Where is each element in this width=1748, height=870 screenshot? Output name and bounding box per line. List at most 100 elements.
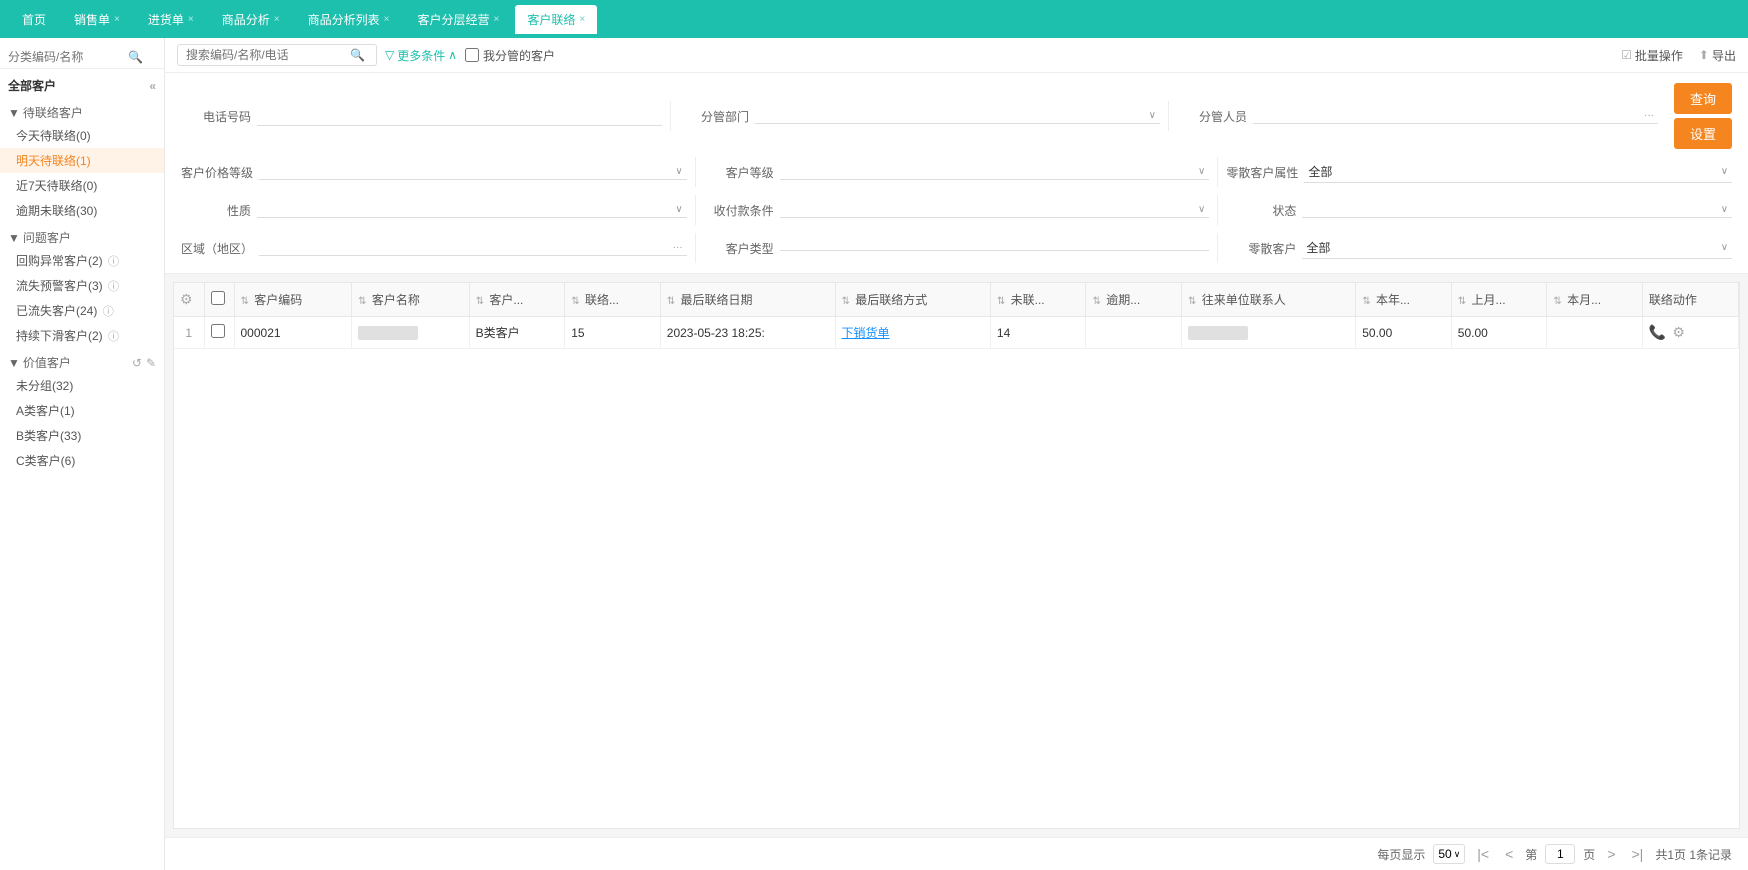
table-gear-icon[interactable]: ⚙ [180, 291, 193, 307]
sidebar-collapse-icon[interactable]: « [149, 79, 156, 93]
filter-phone: 电话号码 [181, 107, 662, 126]
col-contact-sort-icon[interactable]: ⇅ [571, 296, 579, 307]
sidebar-item-c-class[interactable]: C类客户(6) [0, 448, 164, 473]
group-value-customers[interactable]: ▼ 价值客户 ↺ ✎ [0, 348, 164, 373]
nav-customer-tier[interactable]: 客户分层经营 × [405, 5, 511, 34]
col-date-sort-icon[interactable]: ⇅ [667, 296, 675, 307]
nav-home[interactable]: 首页 [10, 5, 58, 34]
col-code-sort-icon[interactable]: ⇅ [241, 296, 249, 307]
per-page-label: 每页显示 [1377, 846, 1425, 863]
col-last-month-sort-icon[interactable]: ⇅ [1458, 296, 1466, 307]
sidebar-item-overdue-contact[interactable]: 逾期未联络(30) [0, 198, 164, 223]
col-name-sort-icon[interactable]: ⇅ [358, 296, 366, 307]
content-area: 🔍 ▽ 更多条件 ∧ 我分管的客户 ☑ 批量操作 ⬆ 导出 [165, 38, 1748, 870]
more-filters-btn[interactable]: ▽ 更多条件 ∧ [385, 47, 457, 64]
export-btn[interactable]: ⬆ 导出 [1699, 47, 1736, 64]
sidebar-item-churn-warning[interactable]: 流失预警客户(3) ⓘ [0, 273, 164, 298]
col-year-sort-icon[interactable]: ⇅ [1362, 296, 1370, 307]
status-select[interactable]: ∨ [1302, 202, 1732, 218]
col-method-sort-icon[interactable]: ⇅ [842, 296, 850, 307]
nav-customer-tier-close[interactable]: × [493, 14, 499, 25]
total-records: 共1页 1条记录 [1655, 846, 1732, 863]
table-area: ⚙ ⇅ 客户编码 ⇅ 客户名称 [173, 282, 1740, 829]
select-all-checkbox[interactable] [211, 291, 225, 305]
search-input[interactable] [186, 48, 346, 62]
cell-code: 000021 [234, 317, 352, 349]
query-button[interactable]: 查询 [1674, 83, 1732, 114]
per-page-chevron-icon: ∨ [1454, 849, 1461, 860]
chevron-up-icon: ∧ [448, 48, 457, 62]
customer-grade-select[interactable]: ∨ [780, 164, 1210, 180]
nav-product-analysis-list[interactable]: 商品分析列表 × [296, 5, 402, 34]
nav-product-analysis-list-close[interactable]: × [384, 14, 390, 25]
price-grade-select[interactable]: ∨ [259, 164, 687, 180]
group-value-edit-icon[interactable]: ✎ [146, 356, 156, 370]
customer-grade-chevron-icon: ∨ [1198, 166, 1205, 177]
payment-chevron-icon: ∨ [1198, 204, 1205, 215]
group-pending-contact[interactable]: ▼ 待联络客户 [0, 98, 164, 123]
search-icon[interactable]: 🔍 [350, 48, 365, 62]
first-page-btn[interactable]: |< [1473, 846, 1493, 862]
group-problem-customers[interactable]: ▼ 问题客户 [0, 223, 164, 248]
my-customers-checkbox[interactable] [465, 48, 479, 62]
cell-unit-contact-blurred [1188, 326, 1248, 340]
manager-select[interactable]: ··· [1253, 108, 1658, 124]
sidebar-item-churned[interactable]: 已流失客户(24) ⓘ [0, 298, 164, 323]
cell-last-month: 50.00 [1451, 317, 1547, 349]
last-contact-method-link[interactable]: 下销货单 [842, 326, 890, 340]
sidebar-item-b-class[interactable]: B类客户(33) [0, 423, 164, 448]
batch-action-btn[interactable]: ☑ 批量操作 [1621, 47, 1683, 64]
nav-purchase-close[interactable]: × [188, 14, 194, 25]
nav-sales-close[interactable]: × [114, 14, 120, 25]
nav-customer-contact[interactable]: 客户联络 × [515, 5, 597, 34]
my-customers-checkbox-label[interactable]: 我分管的客户 [465, 47, 555, 64]
col-no-contact-sort-icon[interactable]: ⇅ [997, 296, 1005, 307]
page-input[interactable] [1545, 844, 1575, 864]
retail-attr-select[interactable]: 全部 ∨ [1304, 161, 1732, 183]
last-page-btn[interactable]: >| [1628, 846, 1648, 862]
customer-type-select[interactable] [780, 246, 1210, 251]
per-page-select[interactable]: 50 ∨ [1433, 844, 1465, 864]
sidebar-search-input[interactable] [8, 50, 128, 64]
phone-input[interactable] [257, 107, 662, 126]
col-name: ⇅ 客户名称 [352, 283, 470, 317]
col-overdue-sort-icon[interactable]: ⇅ [1092, 296, 1100, 307]
my-customers-label: 我分管的客户 [483, 47, 555, 64]
all-customers-header[interactable]: 全部客户 « [0, 73, 164, 98]
nav-customer-contact-close[interactable]: × [579, 14, 585, 25]
col-type-sort-icon[interactable]: ⇅ [476, 296, 484, 307]
row-checkbox[interactable] [211, 324, 225, 338]
nav-sales[interactable]: 销售单 × [62, 5, 132, 34]
prev-page-btn[interactable]: < [1501, 846, 1517, 862]
filter-nature: 性质 ∨ [181, 202, 687, 219]
region-select[interactable]: ··· [259, 240, 687, 256]
retail-customer-select[interactable]: 全部 ∨ [1302, 237, 1732, 259]
settings-button[interactable]: 设置 [1674, 118, 1732, 149]
group-value-refresh-icon[interactable]: ↺ [132, 356, 142, 370]
sidebar-item-declining[interactable]: 持续下滑客户(2) ⓘ [0, 323, 164, 348]
sidebar-item-ungrouped[interactable]: 未分组(32) [0, 373, 164, 398]
more-action-icon[interactable]: ⚙ [1672, 324, 1685, 341]
sidebar-item-7days-contact[interactable]: 近7天待联络(0) [0, 173, 164, 198]
phone-action-icon[interactable]: 📞 [1649, 324, 1666, 341]
dept-select[interactable]: ∨ [755, 108, 1160, 124]
col-last-contact-date: ⇅ 最后联络日期 [660, 283, 835, 317]
nature-select[interactable]: ∨ [257, 202, 687, 218]
filter-payment: 收付款条件 ∨ [704, 202, 1210, 219]
group-pending-label: 待联络客户 [23, 104, 83, 121]
sidebar-item-tomorrow-contact[interactable]: 明天待联络(1) [0, 148, 164, 173]
nav-product-analysis[interactable]: 商品分析 × [210, 5, 292, 34]
col-this-month-sort-icon[interactable]: ⇅ [1553, 296, 1561, 307]
sidebar-item-a-class[interactable]: A类客户(1) [0, 398, 164, 423]
col-unit-sort-icon[interactable]: ⇅ [1188, 296, 1196, 307]
group-value-triangle: ▼ [8, 356, 20, 370]
sidebar-item-repurchase-abnormal[interactable]: 回购异常客户(2) ⓘ [0, 248, 164, 273]
next-page-btn[interactable]: > [1603, 846, 1619, 862]
sidebar-item-today-contact[interactable]: 今天待联络(0) [0, 123, 164, 148]
payment-select[interactable]: ∨ [780, 202, 1210, 218]
cell-this-year: 50.00 [1356, 317, 1452, 349]
sidebar-search-icon[interactable]: 🔍 [128, 50, 143, 64]
nav-purchase[interactable]: 进货单 × [136, 5, 206, 34]
sidebar-search-container: 🔍 [0, 46, 164, 69]
nav-product-analysis-close[interactable]: × [274, 14, 280, 25]
